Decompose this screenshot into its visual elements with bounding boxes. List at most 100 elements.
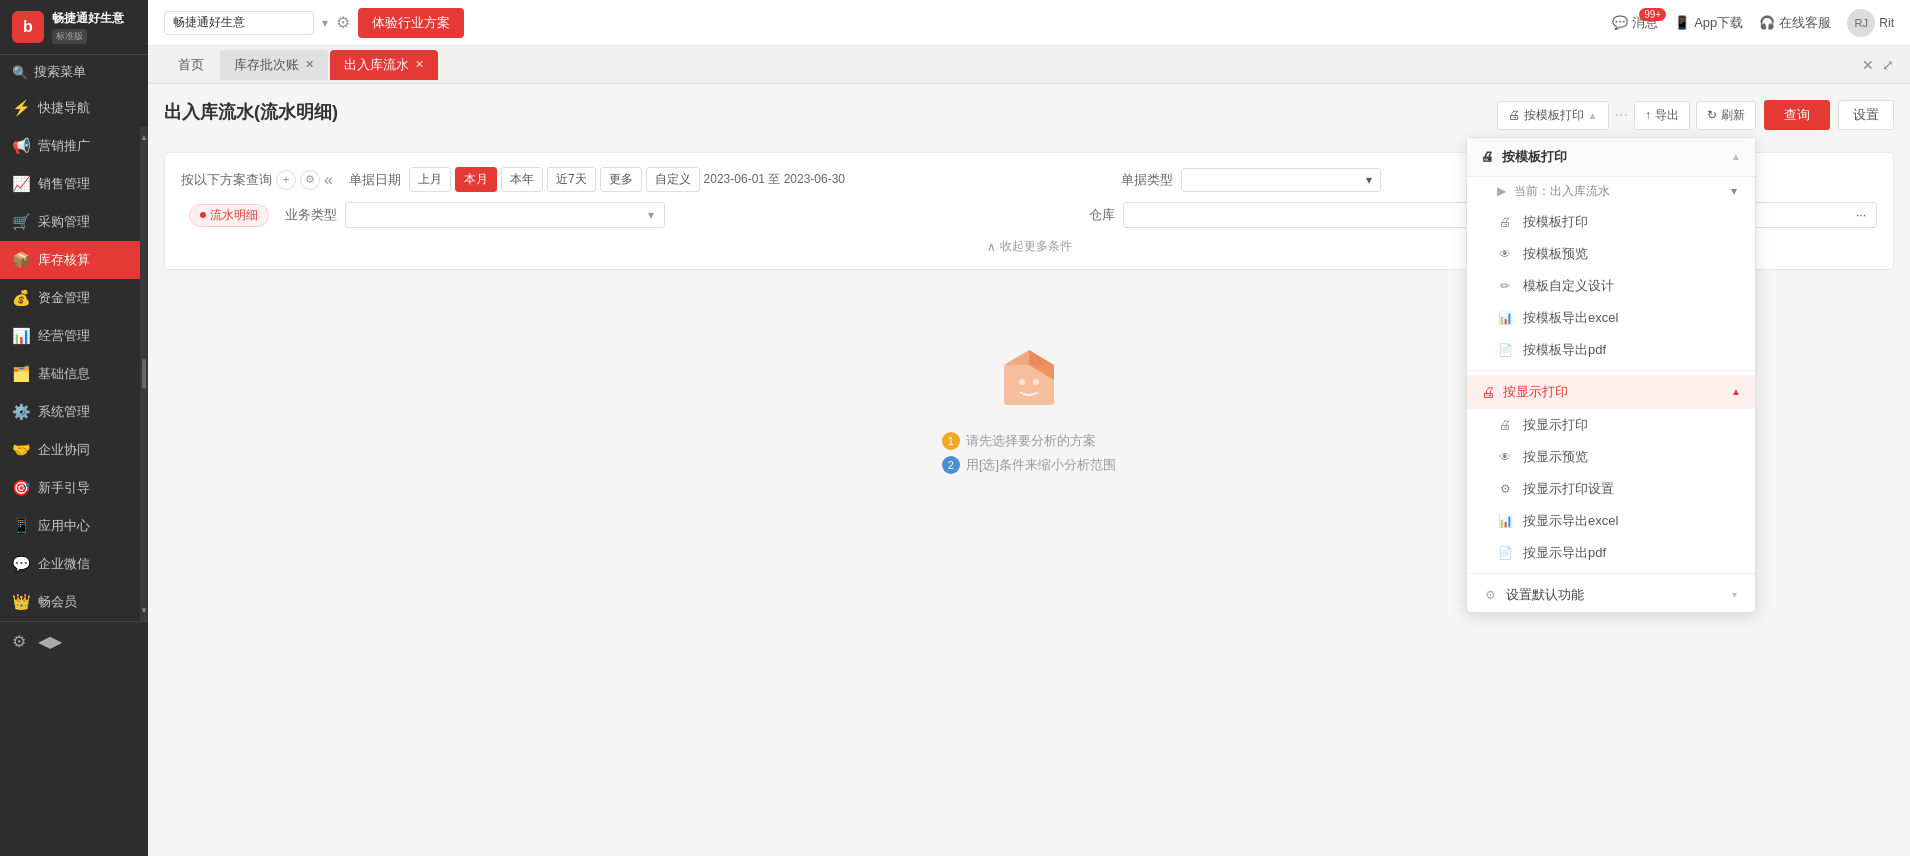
sidebar-item-guide[interactable]: 🎯 新手引导 [0,469,140,507]
tab-home[interactable]: 首页 [164,50,218,80]
sidebar-item-wechat[interactable]: 💬 企业微信 [0,545,140,583]
wechat-icon: 💬 [12,555,30,573]
search-menu-item[interactable]: 🔍 搜索菜单 [0,55,148,89]
sidebar-item-coop[interactable]: 🤝 企业协同 [0,431,140,469]
display-print-section-text: 按显示打印 [1503,383,1568,401]
empty-icon-container [984,330,1074,420]
settings-button[interactable]: 设置 [1838,100,1894,130]
user-avatar-area[interactable]: RJ Rit [1847,9,1894,37]
search-input[interactable] [164,11,314,35]
biz-type-select[interactable]: ▾ [345,202,665,228]
print-template-button[interactable]: 🖨 按模板打印 ▲ [1497,101,1609,130]
empty-state-illustration [984,330,1074,420]
dropdown-template-print[interactable]: 🖨 按模板打印 [1467,206,1755,238]
industry-solution-button[interactable]: 体验行业方案 [358,8,464,38]
sidebar-item-label: 企业协同 [38,441,90,459]
dropdown-template-pdf[interactable]: 📄 按模板导出pdf [1467,334,1755,366]
sidebar-item-label: 企业微信 [38,555,90,573]
active-filter-tag[interactable]: 流水明细 [189,204,269,227]
export-button[interactable]: ↑ 导出 [1634,101,1690,130]
basic-icon: 🗂️ [12,365,30,383]
refresh-button[interactable]: ↻ 刷新 [1696,101,1756,130]
tab-inout-flow[interactable]: 出入库流水 ✕ [330,50,438,80]
sidebar-item-operation[interactable]: 📊 经营管理 [0,317,140,355]
date-btn-prev-month[interactable]: 上月 [409,167,451,192]
sidebar-item-inventory[interactable]: 📦 库存核算 [0,241,140,279]
online-service-button[interactable]: 🎧 在线客服 [1759,14,1831,32]
topbar-gear-icon[interactable]: ⚙ [336,13,350,32]
topbar: ▾ ⚙ 体验行业方案 💬 消息 99+ 📱 App下载 🎧 在线客服 [148,0,1910,46]
message-badge: 99+ [1639,8,1666,21]
filter-settings-button[interactable]: ⚙ [300,170,320,190]
collapse-sidebar-icon[interactable]: ◀▶ [38,632,62,651]
settings-bottom-icon[interactable]: ⚙ [12,632,26,651]
dropdown-set-default[interactable]: ⚙ 设置默认功能 ▾ [1467,578,1755,612]
collapse-label: 收起更多条件 [1000,238,1072,255]
display-print-settings-icon: ⚙ [1497,481,1513,497]
close-tab-icon[interactable]: ✕ [1862,57,1874,73]
sidebar-item-quick-nav[interactable]: ⚡ 快捷导航 [0,89,148,127]
sidebar-item-marketing[interactable]: 📢 营销推广 [0,127,140,165]
sidebar-item-basic[interactable]: 🗂️ 基础信息 [0,355,140,393]
dropdown-display-preview[interactable]: 👁 按显示预览 [1467,441,1755,473]
scroll-down-arrow[interactable]: ▼ [140,606,148,615]
warehouse-more-icon[interactable]: ··· [1856,208,1866,222]
dropdown-template-custom[interactable]: ✏ 模板自定义设计 [1467,270,1755,302]
template-print-icon: 🖨 [1497,214,1513,230]
date-btn-more[interactable]: 更多 [600,167,642,192]
dropdown-display-print-settings[interactable]: ⚙ 按显示打印设置 [1467,473,1755,505]
tab-batch-account[interactable]: 库存批次账 ✕ [220,50,328,80]
display-pdf-label: 按显示导出pdf [1523,544,1606,562]
maximize-icon[interactable]: ⤢ [1882,57,1894,73]
doc-type-label: 单据类型 [1121,171,1173,189]
filter-add-button[interactable]: + [276,170,296,190]
biz-type-caret: ▾ [648,208,654,222]
dropdown-caret-icon[interactable]: ▾ [322,16,328,30]
date-btn-this-year[interactable]: 本年 [501,167,543,192]
sidebar-item-finance[interactable]: 💰 资金管理 [0,279,140,317]
date-btn-custom[interactable]: 自定义 [646,167,700,192]
active-filter-label: 流水明细 [210,207,258,224]
collapse-more-button[interactable]: ∧ 收起更多条件 [987,238,1072,255]
app-download-button[interactable]: 📱 App下载 [1674,14,1743,32]
doc-type-select[interactable]: ▾ [1181,168,1381,192]
date-btn-this-month[interactable]: 本月 [455,167,497,192]
message-button[interactable]: 💬 消息 99+ [1612,14,1658,32]
user-name: Rit [1879,16,1894,30]
display-section-arrow-up: ▲ [1731,386,1741,397]
display-print-section-header[interactable]: 🖨 按显示打印 ▲ [1467,375,1755,409]
template-custom-icon: ✏ [1497,278,1513,294]
dropdown-template-excel[interactable]: 📊 按模板导出excel [1467,302,1755,334]
sidebar-item-label: 基础信息 [38,365,90,383]
scroll-up-arrow[interactable]: ▲ [140,133,148,142]
date-btn-7days[interactable]: 近7天 [547,167,596,192]
sidebar-item-system[interactable]: ⚙️ 系统管理 [0,393,140,431]
main-content: ▾ ⚙ 体验行业方案 💬 消息 99+ 📱 App下载 🎧 在线客服 [148,0,1910,856]
display-pdf-icon: 📄 [1497,545,1513,561]
dropdown-collapse-arrow[interactable]: ▲ [1731,151,1741,162]
sidebar-item-sales[interactable]: 📈 销售管理 [0,165,140,203]
export-label: 导出 [1655,107,1679,124]
inout-flow-tab-close-icon[interactable]: ✕ [415,58,424,71]
sidebar-item-purchase[interactable]: 🛒 采购管理 [0,203,140,241]
home-tab-label: 首页 [178,56,204,74]
set-default-caret: ▾ [1732,589,1737,600]
filter-section-label: 按以下方案查询 + ⚙ « [181,170,333,190]
quick-nav-icon: ⚡ [12,99,30,117]
tip-num-2: 2 [942,456,960,474]
dropdown-template-preview[interactable]: 👁 按模板预览 [1467,238,1755,270]
sidebar-item-app-center[interactable]: 📱 应用中心 [0,507,140,545]
batch-account-tab-close-icon[interactable]: ✕ [305,58,314,71]
dropdown-display-pdf[interactable]: 📄 按显示导出pdf [1467,537,1755,569]
dropdown-display-excel[interactable]: 📊 按显示导出excel [1467,505,1755,537]
sidebar-scrollbar[interactable]: ▲ ▼ [140,127,148,621]
query-button[interactable]: 查询 [1764,100,1830,130]
sidebar-item-vip[interactable]: 👑 畅会员 [0,583,140,621]
tab-bar: 首页 库存批次账 ✕ 出入库流水 ✕ ✕ ⤢ [148,46,1910,84]
dropdown-display-print[interactable]: 🖨 按显示打印 [1467,409,1755,441]
dropdown-current-template: ▶ 当前：出入库流水 ▾ [1467,177,1755,206]
filter-collapse-button[interactable]: « [324,171,333,189]
dropdown-header: 🖨 按模板打印 ▲ [1467,138,1755,177]
print-icon: 🖨 [1508,108,1520,122]
avatar: RJ [1847,9,1875,37]
